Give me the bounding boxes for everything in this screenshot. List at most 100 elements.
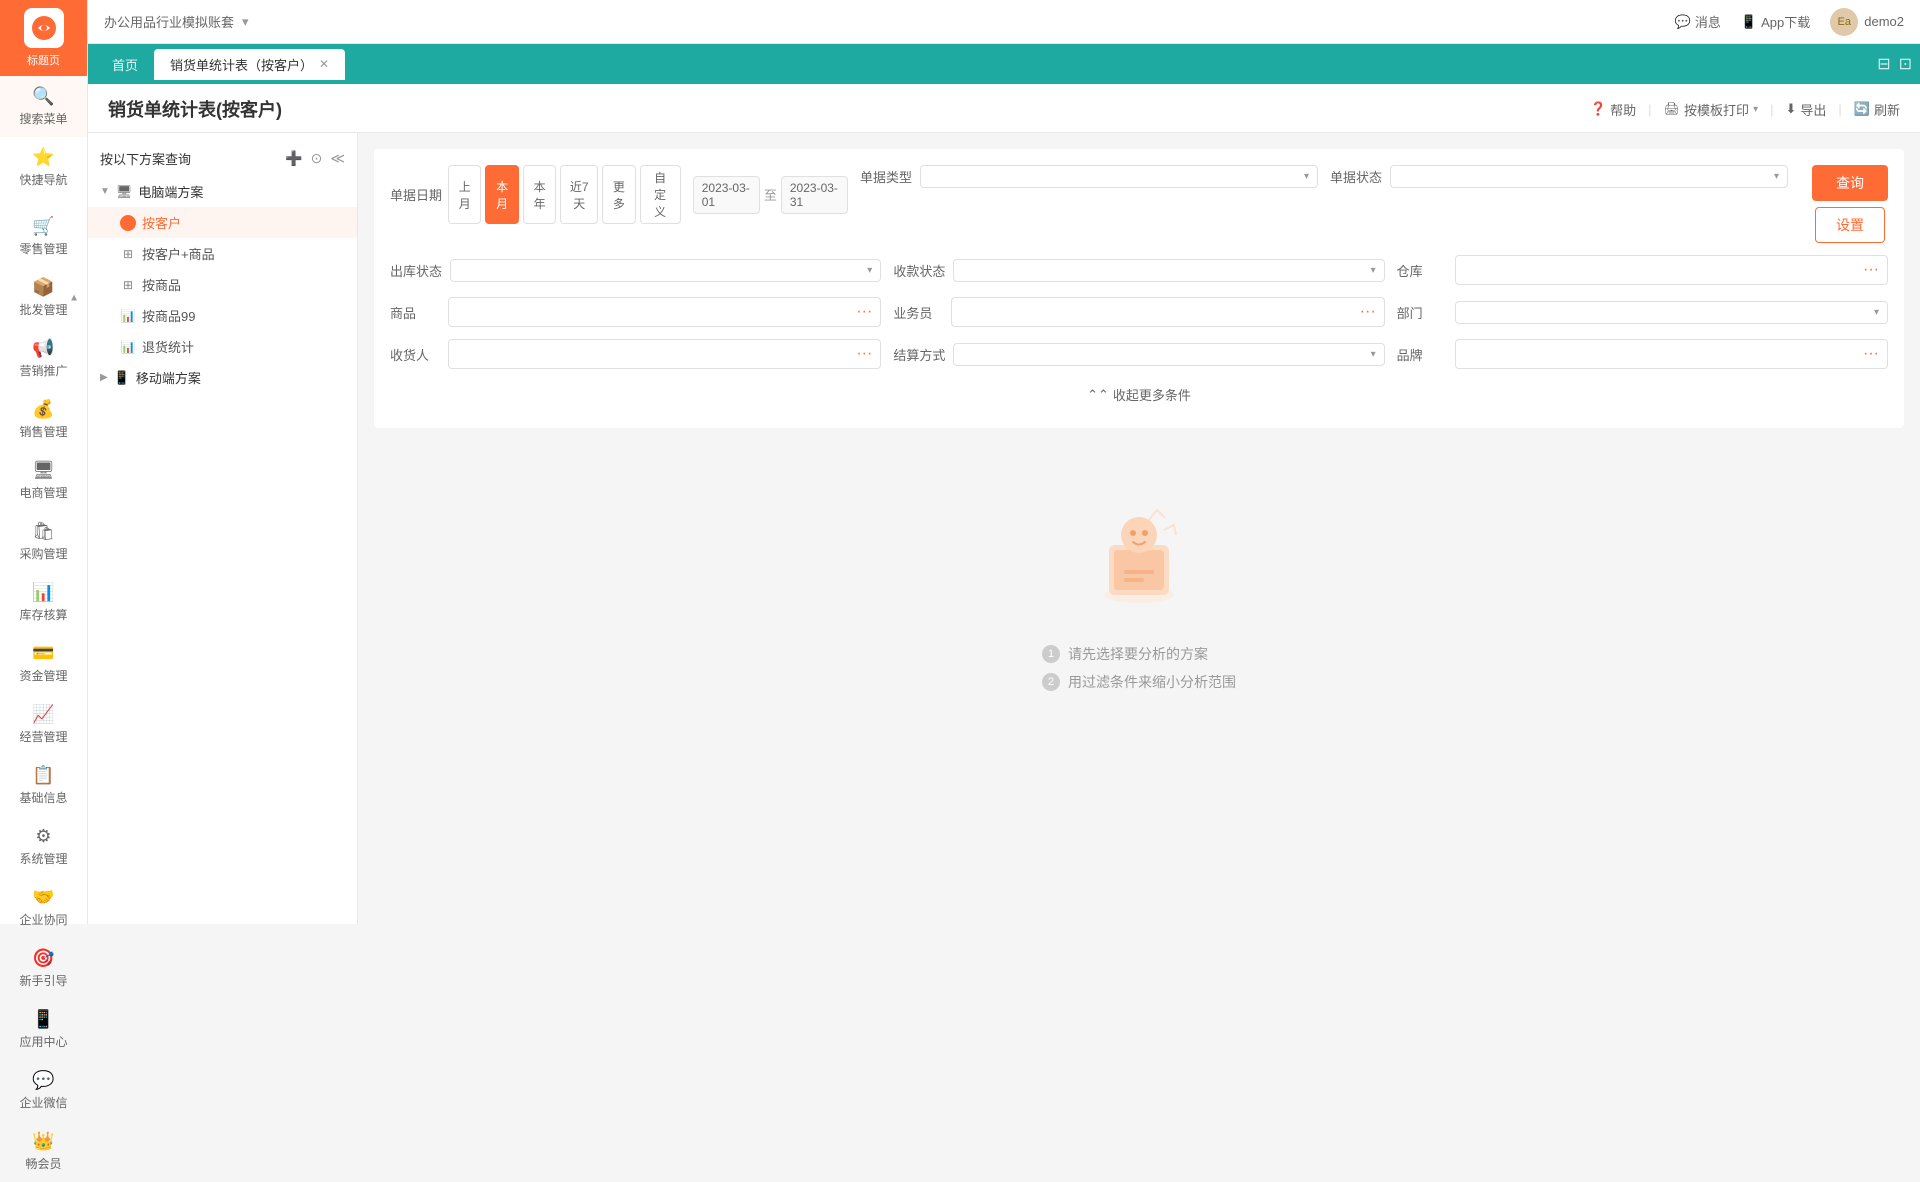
empty-tips: 1 请先选择要分析的方案 2 用过滤条件来缩小分析范围 xyxy=(1042,640,1236,696)
doc-type-select[interactable]: ▾ xyxy=(920,165,1318,188)
panel-header-icons: ➕ ⊙ ≪ xyxy=(285,150,345,167)
brand-select[interactable]: ··· xyxy=(1455,339,1888,369)
tree-group-mobile-header[interactable]: ▶ 📱 移动端方案 xyxy=(88,362,357,393)
logo-area[interactable]: 标题页 xyxy=(0,0,87,76)
out-status-select[interactable]: ▾ xyxy=(450,259,881,282)
date-btn-this-month[interactable]: 本月 xyxy=(485,165,518,224)
dropdown-icon[interactable]: ▾ xyxy=(242,14,249,30)
pay-status-select[interactable]: ▾ xyxy=(953,259,1384,282)
refresh-btn[interactable]: 🔄 刷新 xyxy=(1854,100,1900,119)
tab-home[interactable]: 首页 xyxy=(96,49,154,80)
export-icon: ⬇ xyxy=(1785,101,1796,117)
tree-item-by-customer-goods[interactable]: ⊞ 按客户+商品 xyxy=(88,238,357,269)
settlement-select[interactable]: ▾ xyxy=(953,343,1384,366)
receiver-label: 收货人 xyxy=(390,345,440,364)
warehouse-dots[interactable]: ··· xyxy=(1863,261,1879,279)
goods-dots[interactable]: ··· xyxy=(856,303,872,321)
date-btn-more[interactable]: 更多 xyxy=(602,165,635,224)
sidebar-item-quick-nav[interactable]: ⭐ 快捷导航 xyxy=(0,137,87,198)
goods-select[interactable]: ··· xyxy=(448,297,881,327)
tree-item-by-customer-goods-label: 按客户+商品 xyxy=(142,244,215,263)
tree-group-mobile: ▶ 📱 移动端方案 xyxy=(88,362,357,393)
collapse-panel-btn[interactable]: ≪ xyxy=(330,150,345,167)
receiver-select[interactable]: ··· xyxy=(448,339,881,369)
date-to-input[interactable]: 2023-03-31 xyxy=(781,176,848,214)
brand-dots[interactable]: ··· xyxy=(1863,345,1879,363)
department-label: 部门 xyxy=(1397,303,1447,322)
sales-icon: 💰 xyxy=(32,399,54,420)
edit-scheme-btn[interactable]: ⊙ xyxy=(311,150,323,167)
tree-item-return-stats[interactable]: 📊 退货统计 xyxy=(88,331,357,362)
salesperson-select[interactable]: ··· xyxy=(951,297,1384,327)
mobile-group-icon: 📱 xyxy=(114,370,130,386)
department-select[interactable]: ▾ xyxy=(1455,301,1888,324)
minimize-btn[interactable]: ⊟ xyxy=(1877,54,1890,74)
sidebar-item-enterprise[interactable]: 🤝 企业协同 xyxy=(0,877,87,938)
doc-type-chevron: ▾ xyxy=(1304,171,1309,182)
purchase-icon: 🛍 xyxy=(32,521,55,542)
maximize-btn[interactable]: ⊡ xyxy=(1899,54,1912,74)
user-profile-btn[interactable]: Ea demo2 xyxy=(1830,8,1904,36)
help-btn[interactable]: ❓ 帮助 xyxy=(1590,100,1636,119)
tree-item-by-goods[interactable]: ⊞ 按商品 xyxy=(88,269,357,300)
industry-label: 办公用品行业模拟账套 xyxy=(104,12,234,31)
top-header: 办公用品行业模拟账套 ▾ 💬 消息 📱 App下载 Ea demo2 xyxy=(88,0,1920,44)
print-dropdown-icon: ▾ xyxy=(1753,104,1758,115)
tree-item-by-customer[interactable]: 按客户 xyxy=(88,207,357,238)
sidebar-item-member[interactable]: 👑 畅会员 xyxy=(0,1121,87,1182)
receiver-dots[interactable]: ··· xyxy=(856,345,872,363)
empty-state: 1 请先选择要分析的方案 2 用过滤条件来缩小分析范围 xyxy=(374,440,1904,756)
tab-report[interactable]: 销货单统计表（按客户） ✕ xyxy=(154,49,345,80)
sidebar-item-label-retail: 零售管理 xyxy=(19,240,67,257)
sidebar-item-newbie[interactable]: 🎯 新手引导 xyxy=(0,938,87,999)
sidebar-item-ecommerce[interactable]: 🖥 电商管理 xyxy=(0,450,87,511)
doc-status-select[interactable]: ▾ xyxy=(1390,165,1788,188)
sidebar-item-retail[interactable]: 🛒 零售管理 xyxy=(0,206,87,267)
sidebar-item-inventory[interactable]: 📊 库存核算 xyxy=(0,572,87,633)
tree-item-by-goods-99[interactable]: 📊 按商品99 xyxy=(88,300,357,331)
add-scheme-btn[interactable]: ➕ xyxy=(285,150,302,167)
finance-icon: 💳 xyxy=(32,643,54,664)
sidebar-item-purchase[interactable]: 🛍 采购管理 xyxy=(0,511,87,572)
date-btn-custom[interactable]: 自定义 xyxy=(640,165,681,224)
tab-close-btn[interactable]: ✕ xyxy=(319,57,329,71)
warehouse-select[interactable]: ··· xyxy=(1455,255,1888,285)
date-btn-last-7days[interactable]: 近7天 xyxy=(560,165,598,224)
help-icon: ❓ xyxy=(1590,101,1606,117)
logo-icon xyxy=(24,8,64,48)
out-status-chevron: ▾ xyxy=(867,265,872,276)
sidebar-item-label-quick-nav: 快捷导航 xyxy=(19,171,67,188)
sidebar-item-finance[interactable]: 💳 资金管理 xyxy=(0,633,87,694)
sidebar-item-sales[interactable]: 💰 销售管理 xyxy=(0,389,87,450)
sidebar-item-search[interactable]: 🔍 搜索菜单 xyxy=(0,76,87,137)
sidebar-item-operation[interactable]: 📈 经营管理 xyxy=(0,694,87,755)
mobile-group-arrow: ▶ xyxy=(100,372,108,383)
sidebar-item-wholesale[interactable]: 📦 批发管理 ▲ xyxy=(0,267,87,328)
sidebar-item-system[interactable]: ⚙ 系统管理 xyxy=(0,816,87,877)
tree-item-by-customer-label: 按客户 xyxy=(142,213,181,232)
inventory-icon: 📊 xyxy=(32,582,54,603)
print-btn[interactable]: 🖨 按模板打印 ▾ xyxy=(1664,100,1759,119)
salesperson-label: 业务员 xyxy=(893,303,943,322)
date-from-input[interactable]: 2023-03-01 xyxy=(693,176,760,214)
sidebar-item-marketing[interactable]: 📢 营销推广 xyxy=(0,328,87,389)
sidebar-item-basic[interactable]: 📋 基础信息 xyxy=(0,755,87,816)
sidebar-item-apps[interactable]: 📱 应用中心 xyxy=(0,999,87,1060)
export-btn[interactable]: ⬇ 导出 xyxy=(1785,100,1826,119)
app-download-btn[interactable]: 📱 App下载 xyxy=(1741,12,1810,31)
logo-text: 标题页 xyxy=(27,52,60,68)
department-chevron: ▾ xyxy=(1874,307,1879,318)
date-btn-group: 上月 本月 本年 近7天 更多 自定义 xyxy=(448,165,681,224)
doc-status-chevron: ▾ xyxy=(1774,171,1779,182)
tree-group-desktop: ▼ 🖥 电脑端方案 按客户 ⊞ 按客户+商品 xyxy=(88,176,357,362)
settings-button[interactable]: 设置 xyxy=(1815,207,1885,243)
salesperson-dots[interactable]: ··· xyxy=(1360,303,1376,321)
date-btn-this-year[interactable]: 本年 xyxy=(523,165,556,224)
date-btn-last-month[interactable]: 上月 xyxy=(448,165,481,224)
return-stats-icon: 📊 xyxy=(120,339,136,355)
message-btn[interactable]: 💬 消息 xyxy=(1675,12,1721,31)
sidebar-item-wechat[interactable]: 💬 企业微信 xyxy=(0,1060,87,1121)
query-button[interactable]: 查询 xyxy=(1812,165,1888,201)
tree-group-desktop-header[interactable]: ▼ 🖥 电脑端方案 xyxy=(88,176,357,207)
collapse-row[interactable]: ⌃⌃ 收起更多条件 xyxy=(390,377,1888,412)
